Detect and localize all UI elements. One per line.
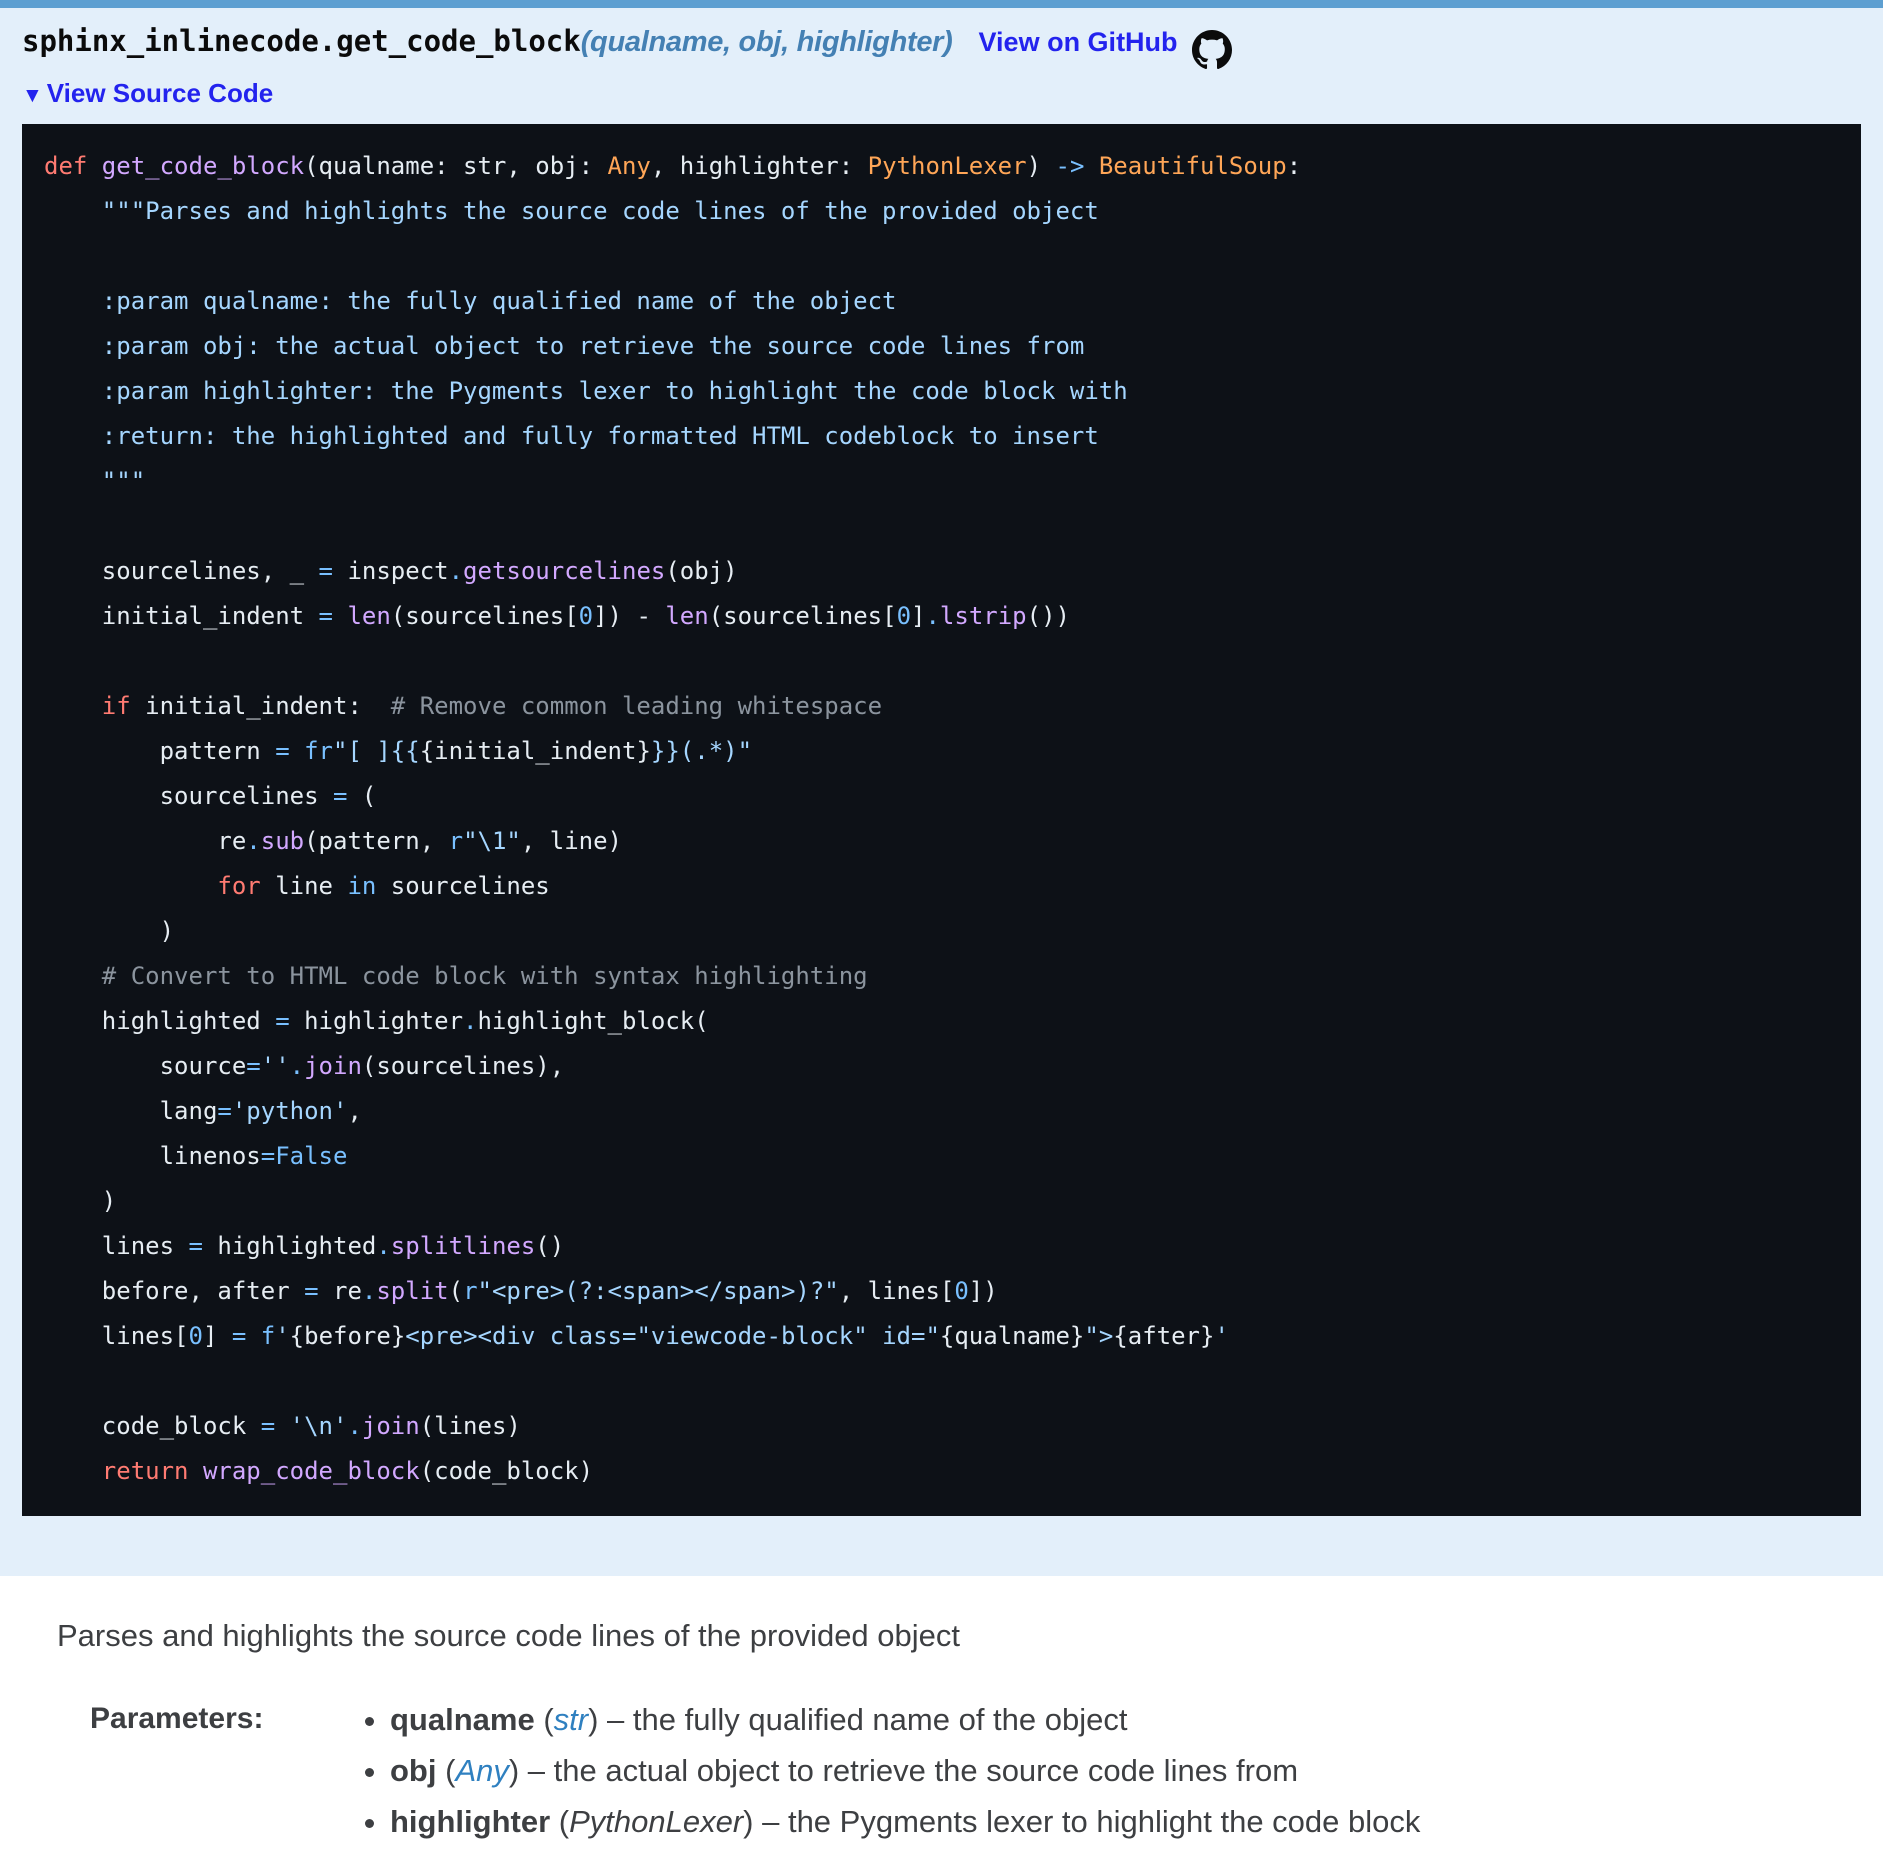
code-line: sourcelines, _ = inspect.getsourcelines(… (44, 557, 738, 585)
code-line: highlighted = highlighter.highlight_bloc… (44, 1007, 709, 1035)
code-line: pattern = fr"[ ]{{{initial_indent}}}(.*)… (44, 737, 753, 765)
code-line: lang='python', (44, 1097, 362, 1125)
parameter-type-link[interactable]: Any (455, 1753, 508, 1788)
code-line: :param qualname: the fully qualified nam… (44, 287, 897, 315)
view-source-label: View Source Code (46, 78, 274, 108)
parameter-type: PythonLexer (569, 1804, 744, 1839)
view-source-toggle[interactable]: ▼ View Source Code (22, 78, 273, 109)
code-line: re.sub(pattern, r"\1", line) (44, 827, 623, 855)
code-line: source=''.join(sourcelines), (44, 1052, 565, 1080)
source-code-block: def get_code_block(qualname: str, obj: A… (22, 124, 1861, 1516)
code-line: for line in sourcelines (44, 872, 550, 900)
parameter-name: highlighter (390, 1804, 551, 1839)
signature-params: (qualname, obj, highlighter) (580, 26, 953, 58)
code-line: """ (44, 467, 146, 495)
parameter-name: obj (390, 1753, 437, 1788)
code-line: :return: the highlighted and fully forma… (44, 422, 1099, 450)
function-description: Parses and highlights the source code li… (57, 1618, 961, 1653)
code-line: before, after = re.split(r"<pre>(?:<span… (44, 1277, 998, 1305)
parameters-label: Parameters: (90, 1702, 264, 1735)
code-line: # Convert to HTML code block with syntax… (44, 962, 868, 990)
triangle-down-icon: ▼ (22, 84, 43, 107)
parameter-item: highlighter (PythonLexer) – the Pygments… (363, 1804, 1420, 1840)
signature-panel: sphinx_inlinecode.get_code_block (qualnam… (0, 0, 1883, 1576)
code-line: lines[0] = f'{before}<pre><div class="vi… (44, 1322, 1229, 1350)
code-line: if initial_indent: # Remove common leadi… (44, 692, 883, 720)
code-line: ) (44, 1187, 117, 1215)
code-line: lines = highlighted.splitlines() (44, 1232, 565, 1260)
function-signature: sphinx_inlinecode.get_code_block (qualnam… (22, 24, 1861, 70)
parameters-list: qualname (str) – the fully qualified nam… (333, 1702, 1420, 1855)
doc-body: Parses and highlights the source code li… (0, 1576, 1883, 1855)
code-line: def get_code_block(qualname: str, obj: A… (44, 152, 1302, 180)
field-list: Parameters: qualname (str) – the fully q… (57, 1702, 1843, 1855)
code-line: :param highlighter: the Pygments lexer t… (44, 377, 1128, 405)
parameter-description: the actual object to retrieve the source… (553, 1753, 1299, 1788)
signature-name: sphinx_inlinecode.get_code_block (22, 24, 581, 58)
code-line: sourcelines = ( (44, 782, 377, 810)
view-on-github-link[interactable]: View on GitHub (979, 27, 1178, 58)
parameter-item: obj (Any) – the actual object to retriev… (363, 1753, 1420, 1789)
code-line: :param obj: the actual object to retriev… (44, 332, 1085, 360)
code-line: initial_indent = len(sourcelines[0]) - l… (44, 602, 1070, 630)
code-line: return wrap_code_block(code_block) (44, 1457, 594, 1485)
github-icon[interactable] (1191, 30, 1232, 75)
parameter-item: qualname (str) – the fully qualified nam… (363, 1702, 1420, 1738)
code-line: ) (44, 917, 175, 945)
code-line: code_block = '\n'.join(lines) (44, 1412, 521, 1440)
page: sphinx_inlinecode.get_code_block (qualnam… (0, 0, 1883, 1855)
parameter-type-link[interactable]: str (554, 1702, 588, 1737)
parameter-description: the fully qualified name of the object (632, 1702, 1128, 1737)
parameter-name: qualname (390, 1702, 535, 1737)
parameter-description: the Pygments lexer to highlight the code… (787, 1804, 1421, 1839)
code-line: linenos=False (44, 1142, 348, 1170)
code-line: """Parses and highlights the source code… (44, 197, 1099, 225)
